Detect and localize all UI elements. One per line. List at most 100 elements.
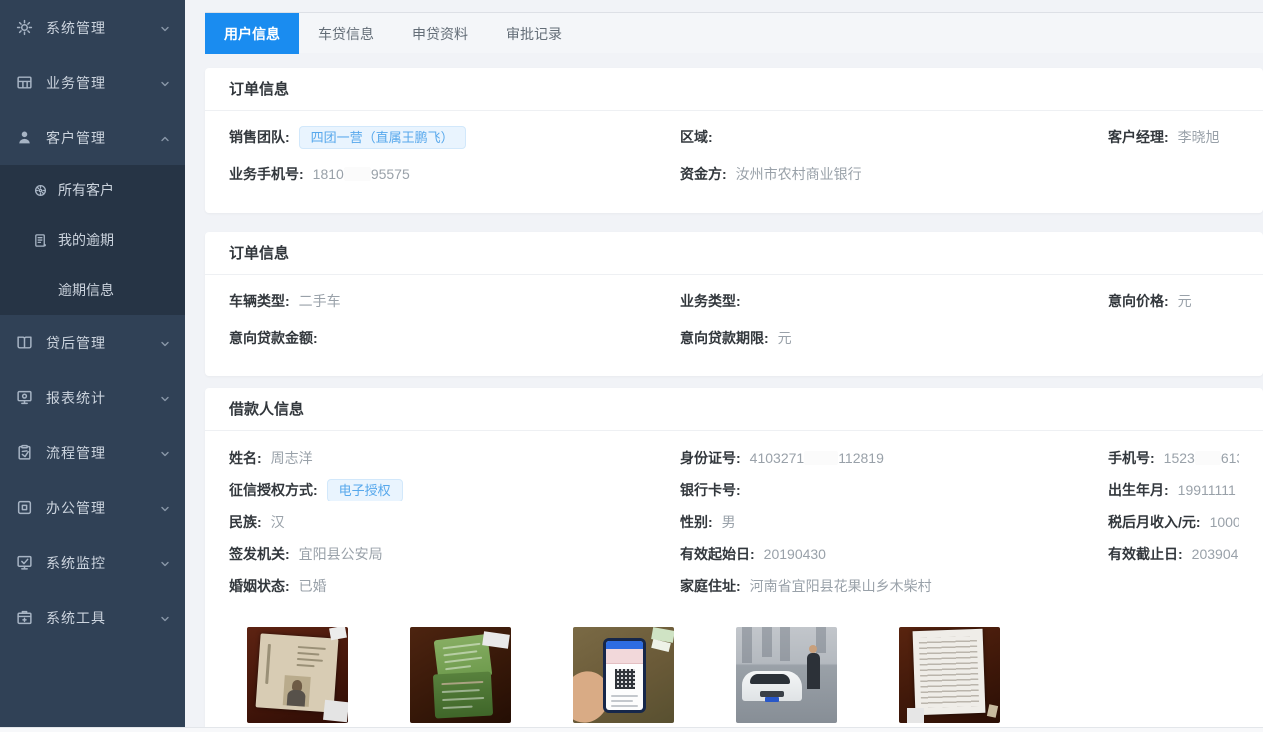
grid-icon xyxy=(16,74,33,91)
sidebar-item-process-mgmt[interactable]: 流程管理 xyxy=(0,425,185,480)
clipboard-edit-icon xyxy=(16,444,33,461)
field-value: 181095575 xyxy=(313,166,410,182)
field-label: 意向贷款金额: xyxy=(229,328,318,348)
field-value: 李晓旭 xyxy=(1178,127,1220,147)
tab-bar: 用户信息 车贷信息 申贷资料 审批记录 xyxy=(205,12,1263,53)
sidebar-item-system-monitor[interactable]: 系统监控 xyxy=(0,535,185,590)
field-gender: 性别: 男 xyxy=(680,511,1108,533)
field-value: 元 xyxy=(1178,291,1192,311)
order-info-card: 订单信息 销售团队: 四团一营（直属王鹏飞） 区域: 客户经理: 李晓旭 业务手… xyxy=(205,68,1263,213)
field-label: 银行卡号: xyxy=(680,480,741,500)
field-label: 区域: xyxy=(680,127,713,147)
green-booklet-photo[interactable] xyxy=(410,627,511,723)
sidebar-item-label: 流程管理 xyxy=(46,443,159,463)
card-title: 订单信息 xyxy=(205,232,1263,275)
customer-submenu: 所有客户 我的逾期 逾期信息 xyxy=(0,165,185,315)
field-value: 19911111 xyxy=(1178,482,1236,498)
field-label: 客户经理: xyxy=(1108,127,1169,147)
sidebar-item-label: 系统管理 xyxy=(46,18,159,38)
field-marital-status: 婚姻状态: 已婚 xyxy=(229,575,680,597)
field-business-type: 业务类型: xyxy=(680,289,1108,313)
sidebar-item-business-mgmt[interactable]: 业务管理 xyxy=(0,55,185,110)
tab-car-loan-info[interactable]: 车贷信息 xyxy=(299,13,393,54)
field-value: 15236137 xyxy=(1164,450,1239,466)
redaction-patch xyxy=(804,451,838,465)
field-name: 姓名: 周志洋 xyxy=(229,447,680,469)
field-value: 宜阳县公安局 xyxy=(299,544,383,564)
sidebar-item-label: 业务管理 xyxy=(46,73,159,93)
monitor-chart-icon xyxy=(16,389,33,406)
user-icon xyxy=(16,129,33,146)
field-value: 河南省宜阳县花果山乡木柴村 xyxy=(750,576,932,596)
field-intent-loan-amount: 意向贷款金额: xyxy=(229,326,680,350)
handwritten-doc-photo[interactable] xyxy=(899,627,1000,723)
sidebar-item-my-overdue[interactable]: 我的逾期 xyxy=(0,215,185,265)
person-car-photo[interactable] xyxy=(736,627,837,723)
field-issuing-authority: 签发机关: 宜阳县公安局 xyxy=(229,543,680,565)
photo-row: 本人图 xyxy=(247,627,1263,732)
field-funder: 资金方: 汝州市农村商业银行 xyxy=(680,162,1108,186)
sidebar-item-system-mgmt[interactable]: 系统管理 xyxy=(0,0,185,55)
field-label: 意向贷款期限: xyxy=(680,328,769,348)
field-label: 资金方: xyxy=(680,164,727,184)
sales-team-tag[interactable]: 四团一营（直属王鹏飞） xyxy=(299,126,466,149)
chevron-down-icon xyxy=(159,612,171,624)
field-label: 销售团队: xyxy=(229,127,290,147)
field-birth: 出生年月: 19911111 xyxy=(1108,479,1239,501)
field-value: 周志洋 xyxy=(271,448,313,468)
field-value: 20390430 xyxy=(1192,546,1239,562)
sidebar-item-label: 所有客户 xyxy=(58,180,114,200)
chevron-down-icon xyxy=(159,557,171,569)
borrower-info-card: 借款人信息 姓名: 周志洋 身份证号: 4103271112819 手机号: 1… xyxy=(205,388,1263,732)
credit-auth-tag[interactable]: 电子授权 xyxy=(327,479,403,501)
field-label: 有效截止日: xyxy=(1108,544,1183,564)
main-content: 用户信息 车贷信息 申贷资料 审批记录 订单信息 销售团队: 四团一营（直属王鹏… xyxy=(185,0,1263,732)
field-label: 身份证号: xyxy=(680,448,741,468)
field-label: 业务类型: xyxy=(680,291,741,311)
sidebar-item-customer-mgmt[interactable]: 客户管理 xyxy=(0,110,185,165)
chevron-down-icon xyxy=(159,392,171,404)
nested-square-icon xyxy=(16,499,33,516)
field-label: 性别: xyxy=(680,512,713,532)
sidebar-item-label: 报表统计 xyxy=(46,388,159,408)
sidebar-item-all-customers[interactable]: 所有客户 xyxy=(0,165,185,215)
chevron-down-icon xyxy=(159,502,171,514)
field-value: 10000 xyxy=(1210,514,1239,530)
gear-icon xyxy=(16,19,33,36)
chevron-down-icon xyxy=(159,77,171,89)
chevron-down-icon xyxy=(159,22,171,34)
field-value: 二手车 xyxy=(299,291,341,311)
tab-user-info[interactable]: 用户信息 xyxy=(205,13,299,54)
tab-loan-application-docs[interactable]: 申贷资料 xyxy=(393,13,487,54)
field-label: 婚姻状态: xyxy=(229,576,290,596)
sidebar-item-post-loan-mgmt[interactable]: 贷后管理 xyxy=(0,315,185,370)
field-label: 出生年月: xyxy=(1108,480,1169,500)
wheel-icon xyxy=(33,183,48,198)
field-credit-auth: 征信授权方式: 电子授权 xyxy=(229,479,680,501)
bottom-edge-strip xyxy=(0,727,1263,732)
tab-approval-records[interactable]: 审批记录 xyxy=(487,13,581,54)
field-label: 姓名: xyxy=(229,448,262,468)
chevron-down-icon xyxy=(159,337,171,349)
qr-auth-photo[interactable] xyxy=(573,627,674,723)
field-value: 已婚 xyxy=(299,576,327,596)
sidebar-item-report-stats[interactable]: 报表统计 xyxy=(0,370,185,425)
sidebar-item-overdue-info[interactable]: 逾期信息 xyxy=(0,265,185,315)
sidebar-item-label: 逾期信息 xyxy=(58,280,114,300)
sidebar-item-system-tools[interactable]: 系统工具 xyxy=(0,590,185,645)
field-value: 汉 xyxy=(271,512,285,532)
card-title: 借款人信息 xyxy=(205,388,1263,431)
sidebar-item-label: 系统工具 xyxy=(46,608,159,628)
field-address: 家庭住址: 河南省宜阳县花果山乡木柴村 xyxy=(680,575,1108,597)
field-value: 4103271112819 xyxy=(750,450,884,466)
sidebar-item-label: 我的逾期 xyxy=(58,230,114,250)
sidebar-item-office-mgmt[interactable]: 办公管理 xyxy=(0,480,185,535)
sidebar-item-label: 客户管理 xyxy=(46,128,159,148)
field-vehicle-type: 车辆类型: 二手车 xyxy=(229,289,680,313)
sidebar-item-label: 贷后管理 xyxy=(46,333,159,353)
field-business-phone: 业务手机号: 181095575 xyxy=(229,162,680,186)
id-card-photo[interactable] xyxy=(247,627,348,723)
field-label: 业务手机号: xyxy=(229,164,304,184)
field-intent-loan-term: 意向贷款期限: 元 xyxy=(680,326,1108,350)
redaction-patch xyxy=(1195,451,1221,465)
